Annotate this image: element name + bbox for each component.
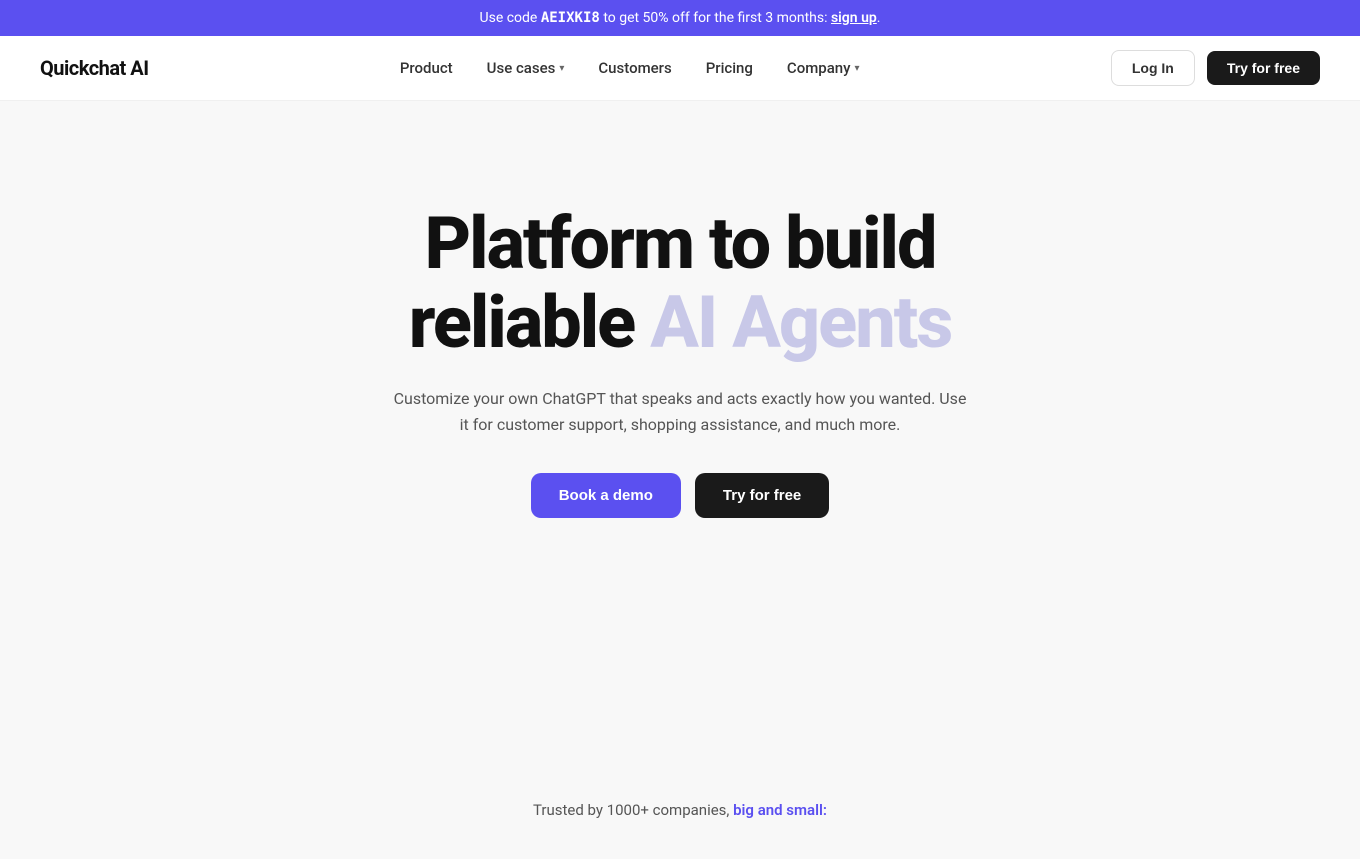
signup-link[interactable]: sign up bbox=[831, 10, 877, 26]
trusted-highlight: big and small: bbox=[729, 801, 827, 819]
hero-title-animated: AI Agents bbox=[650, 280, 951, 365]
navbar: Quickchat AI Product Use cases ▾ Custome… bbox=[0, 36, 1360, 101]
nav-pricing-label: Pricing bbox=[706, 59, 753, 77]
book-demo-button[interactable]: Book a demo bbox=[531, 473, 681, 518]
nav-item-company[interactable]: Company ▾ bbox=[773, 51, 874, 85]
nav-item-usecases[interactable]: Use cases ▾ bbox=[473, 51, 579, 85]
hero-cta-buttons: Book a demo Try for free bbox=[531, 473, 830, 518]
banner-period: . bbox=[877, 10, 881, 26]
login-button[interactable]: Log In bbox=[1111, 50, 1195, 86]
try-for-free-button[interactable]: Try for free bbox=[1207, 51, 1320, 85]
nav-product-label: Product bbox=[400, 59, 453, 77]
promo-banner: Use code AEIXKI8 to get 50% off for the … bbox=[0, 0, 1360, 36]
banner-prefix: Use code bbox=[480, 10, 541, 26]
hero-section: Platform to build reliable AI Agents Cus… bbox=[0, 101, 1360, 601]
trusted-section: Trusted by 1000+ companies, big and smal… bbox=[0, 781, 1360, 859]
promo-code: AEIXKI8 bbox=[541, 10, 600, 26]
nav-company-label: Company bbox=[787, 59, 851, 77]
try-free-button[interactable]: Try for free bbox=[695, 473, 829, 518]
hero-subtitle: Customize your own ChatGPT that speaks a… bbox=[390, 386, 970, 437]
nav-item-product[interactable]: Product bbox=[386, 51, 467, 85]
nav-usecases-label: Use cases bbox=[487, 59, 556, 77]
spacer bbox=[0, 601, 1360, 781]
hero-title-static: reliable bbox=[409, 280, 635, 365]
banner-suffix: to get 50% off for the first 3 months: bbox=[600, 10, 831, 26]
nav-item-customers[interactable]: Customers bbox=[584, 51, 685, 85]
nav-links: Product Use cases ▾ Customers Pricing Co… bbox=[386, 51, 874, 85]
logo[interactable]: Quickchat AI bbox=[40, 56, 149, 80]
chevron-down-icon: ▾ bbox=[559, 63, 564, 74]
chevron-down-icon: ▾ bbox=[855, 63, 860, 74]
trusted-prefix: Trusted by 1000+ companies, bbox=[533, 801, 729, 819]
nav-customers-label: Customers bbox=[598, 59, 671, 77]
navbar-actions: Log In Try for free bbox=[1111, 50, 1320, 86]
hero-title: Platform to build reliable AI Agents bbox=[409, 204, 952, 362]
hero-title-line1: Platform to build bbox=[424, 201, 935, 286]
nav-item-pricing[interactable]: Pricing bbox=[692, 51, 767, 85]
